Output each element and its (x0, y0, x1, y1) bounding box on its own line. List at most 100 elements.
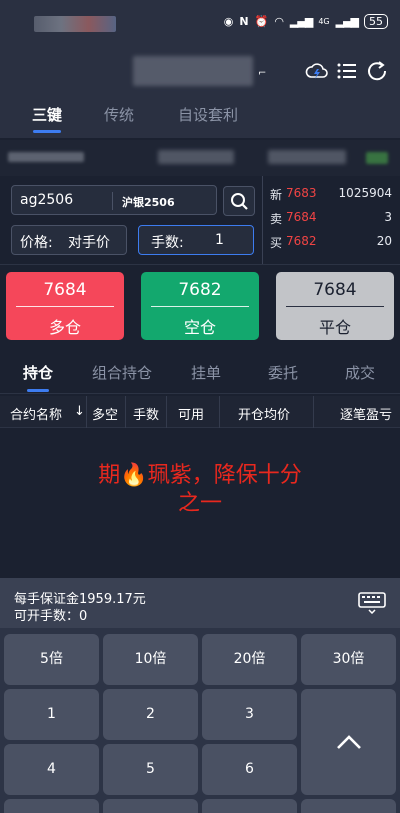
eye-icon: ◉ (223, 15, 234, 28)
blurred-summary-3 (268, 150, 346, 164)
positions-table-header: 合约名称 ↓ 多空 手数 可用 开仓均价 逐笔盈亏 (0, 396, 400, 428)
col-pnl[interactable]: 逐笔盈亏 (340, 404, 392, 423)
contract-input[interactable]: ag2506 沪银2506 (11, 185, 217, 215)
button-divider (16, 306, 114, 307)
tab-positions[interactable]: 持仓 (23, 362, 53, 383)
tab-pending-orders[interactable]: 挂单 (191, 362, 221, 383)
wifi-icon: ◠ (274, 15, 284, 28)
cloud-bolt-icon[interactable] (304, 58, 330, 84)
close-price: 7684 (313, 280, 357, 300)
status-icons: ◉ N ⏰ ◠ ▂▄▆ 4G ▂▄▆ 55 (224, 14, 388, 29)
key-6[interactable]: 6 (202, 744, 297, 795)
key-5[interactable]: 5 (103, 744, 198, 795)
contract-code: ag2506 (20, 192, 74, 208)
quantity-value: 1 (215, 232, 224, 248)
quote-label: 买 (270, 236, 283, 250)
col-separator (125, 396, 126, 428)
sell-short-button[interactable]: 7682 空仓 (141, 272, 259, 340)
quantity-input[interactable]: 手数: 1 (138, 225, 254, 255)
order-quote-divider (262, 176, 263, 264)
key-1[interactable]: 1 (4, 689, 99, 740)
price-value: 对手价 (68, 235, 110, 251)
network-type: 4G (318, 17, 330, 26)
tab-combo-positions[interactable]: 组合持仓 (92, 362, 152, 383)
battery-icon: 55 (364, 14, 388, 29)
col-separator (166, 396, 167, 428)
blurred-summary-1 (8, 152, 84, 162)
active-tab-indicator (33, 130, 61, 133)
chevron-up-icon (337, 735, 361, 749)
price-label: 价格: (20, 235, 53, 251)
key-5x[interactable]: 5倍 (4, 634, 99, 685)
col-quantity[interactable]: 手数 (133, 404, 159, 423)
button-divider (286, 306, 384, 307)
positions-table-body: 期🔥珮紫，降保十分 之一 (0, 429, 400, 576)
quote-bid: 买 7682 20 (270, 234, 392, 252)
key-30x[interactable]: 30倍 (301, 634, 396, 685)
close-position-button[interactable]: 7684 平仓 (276, 272, 394, 340)
account-summary-strip (0, 140, 400, 176)
col-contract-name[interactable]: 合约名称 (10, 404, 62, 423)
field-divider (112, 192, 113, 210)
key-3[interactable]: 3 (202, 689, 297, 740)
buy-long-button[interactable]: 7684 多仓 (6, 272, 124, 340)
key-up[interactable] (301, 689, 396, 795)
key-partial-row[interactable] (4, 799, 99, 813)
panel-separator (0, 264, 400, 265)
sort-arrow-icon[interactable]: ↓ (74, 404, 85, 419)
search-icon (231, 193, 248, 210)
quote-price: 7683 (286, 186, 317, 200)
key-10x[interactable]: 10倍 (103, 634, 198, 685)
tab-custom-arbitrage[interactable]: 自设套利 (178, 104, 238, 125)
col-available[interactable]: 可用 (178, 404, 204, 423)
quote-volume: 20 (376, 234, 392, 248)
tab-trades[interactable]: 成交 (345, 362, 375, 383)
blurred-summary-2 (158, 150, 234, 164)
search-button[interactable] (223, 186, 255, 216)
buy-price: 7684 (43, 280, 87, 300)
signal-icon-2: ▂▄▆ (335, 15, 359, 28)
quote-ask: 卖 7684 3 (270, 210, 392, 228)
key-20x[interactable]: 20倍 (202, 634, 297, 685)
app-header: ⌐ (0, 48, 400, 94)
quantity-label: 手数: (151, 235, 184, 251)
tab-traditional[interactable]: 传统 (104, 104, 134, 125)
quote-label: 新 (270, 188, 283, 202)
tab-orders[interactable]: 委托 (268, 362, 298, 383)
tab-three-key[interactable]: 三键 (32, 104, 62, 125)
quote-volume: 3 (384, 210, 392, 224)
key-4[interactable]: 4 (4, 744, 99, 795)
signal-icon: ▂▄▆ (289, 15, 313, 28)
key-partial-row[interactable] (301, 799, 396, 813)
blurred-account-title (133, 56, 253, 86)
menu-icon[interactable] (334, 58, 360, 84)
button-divider (151, 306, 249, 307)
key-partial-row[interactable] (103, 799, 198, 813)
keyboard-icon[interactable] (358, 592, 386, 614)
dropdown-arrow-icon[interactable]: ⌐ (258, 68, 266, 79)
quote-last: 新 7683 1025904 (270, 186, 392, 204)
key-partial-row[interactable] (202, 799, 297, 813)
alarm-icon: ⏰ (254, 15, 269, 28)
active-tab-indicator (27, 389, 49, 392)
quote-price: 7684 (286, 210, 317, 224)
close-label: 平仓 (318, 318, 351, 337)
refresh-icon[interactable] (364, 58, 390, 84)
col-direction[interactable]: 多空 (92, 404, 118, 423)
blurred-time (34, 16, 116, 32)
contract-name: 沪银2506 (122, 196, 175, 209)
position-tabs: 持仓 组合持仓 挂单 委托 成交 (0, 348, 400, 394)
sell-label: 空仓 (183, 318, 216, 337)
col-open-avg-price[interactable]: 开仓均价 (238, 404, 290, 423)
nfc-icon: N (239, 15, 249, 28)
price-selector[interactable]: 价格: 对手价 (11, 225, 127, 255)
quote-volume: 1025904 (338, 186, 392, 200)
available-lots: 可开手数：0 (14, 609, 88, 624)
mode-tabs: 三键 传统 自设套利 (0, 94, 400, 138)
status-bar: ◉ N ⏰ ◠ ▂▄▆ 4G ▂▄▆ 55 (0, 0, 400, 48)
col-separator (86, 396, 87, 428)
sell-price: 7682 (178, 280, 222, 300)
key-2[interactable]: 2 (103, 689, 198, 740)
promo-text-line2: 之一 (177, 491, 222, 516)
buy-label: 多仓 (48, 318, 81, 337)
